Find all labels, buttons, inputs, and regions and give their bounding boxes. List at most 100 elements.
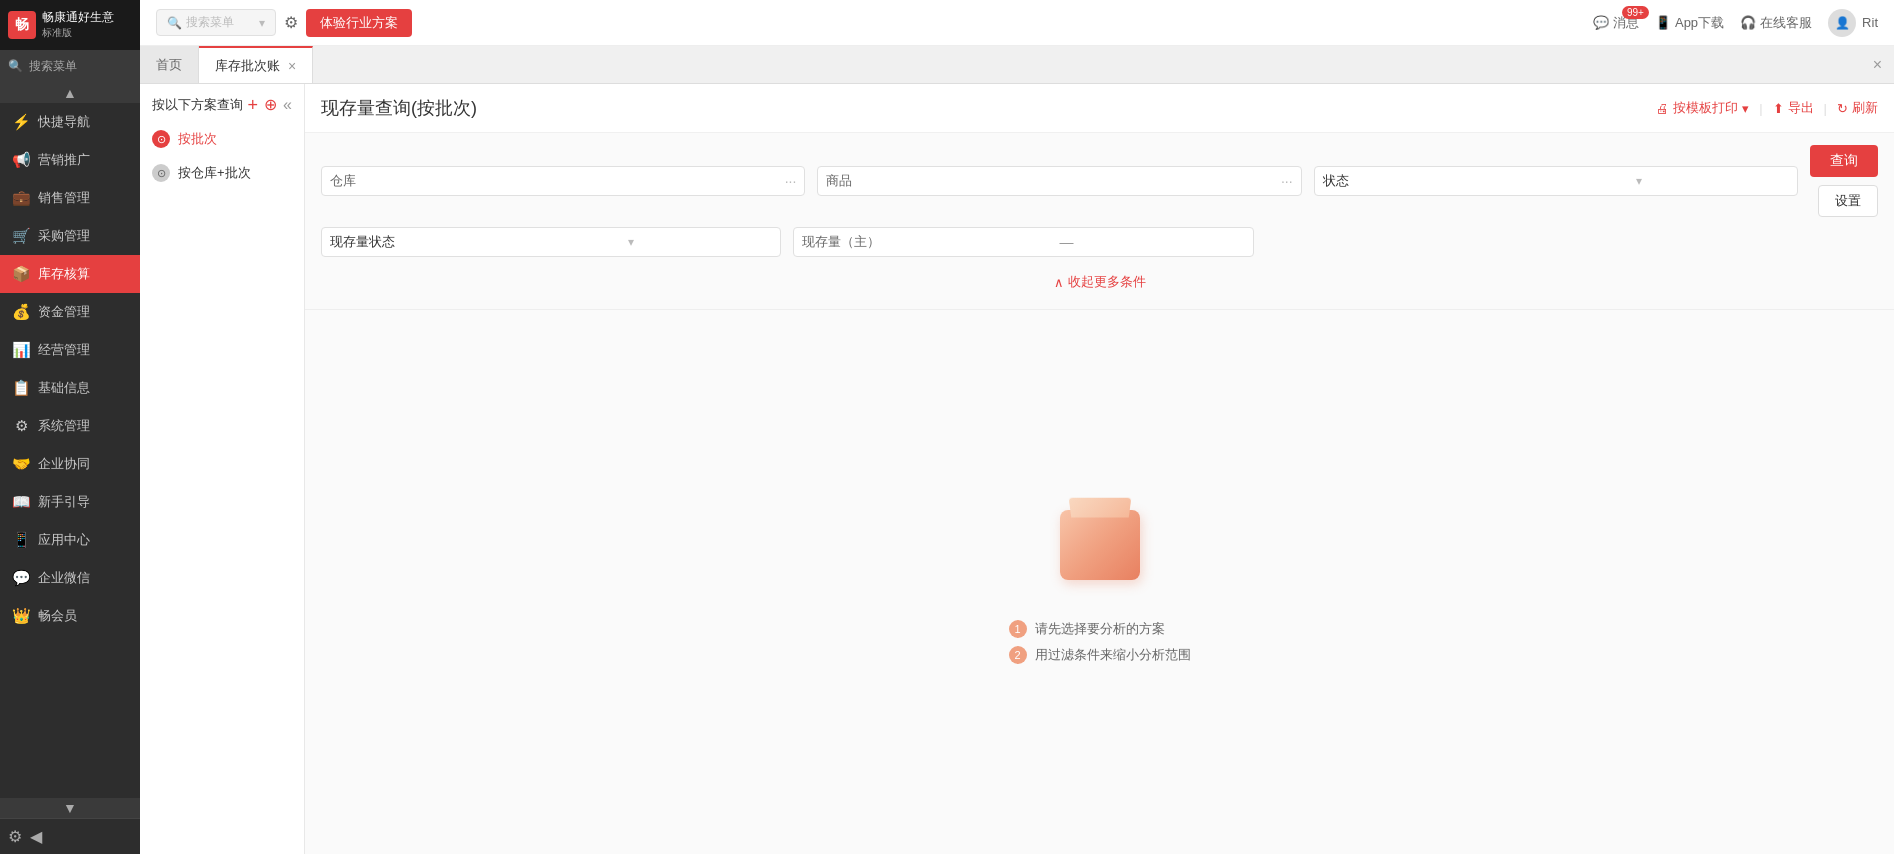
filter-warehouse-input[interactable]: 仓库 ··· xyxy=(321,166,805,196)
sidebar-item-10[interactable]: 📖新手引导 xyxy=(0,483,140,521)
collapse-label: 收起更多条件 xyxy=(1068,273,1146,291)
tab-panel-close-btn[interactable]: × xyxy=(1861,56,1894,74)
lp-collapse-btn[interactable]: « xyxy=(283,97,292,113)
sidebar-scroll-down[interactable]: ▼ xyxy=(0,798,140,818)
lp-item-batch[interactable]: ⊙ 按批次 xyxy=(140,122,304,156)
export-btn[interactable]: ⬆ 导出 xyxy=(1773,99,1814,117)
sidebar-header: 畅 畅康通好生意 标准版 xyxy=(0,0,140,50)
topbar-gear-btn[interactable]: ⚙ xyxy=(284,13,298,32)
status-chevron-icon: ▾ xyxy=(1636,174,1789,188)
collapse-bar[interactable]: ∧ 收起更多条件 xyxy=(321,267,1878,297)
sidebar-icon-2: 💼 xyxy=(12,189,30,207)
empty-illustration xyxy=(1050,500,1150,600)
separator-1: | xyxy=(1759,101,1762,116)
topbar-messages-btn[interactable]: 💬 消息 99+ xyxy=(1593,14,1639,32)
refresh-btn[interactable]: ↻ 刷新 xyxy=(1837,99,1878,117)
phone-icon: 📱 xyxy=(1655,15,1671,30)
topbar-industry-btn[interactable]: 体验行业方案 xyxy=(306,9,412,37)
app-title-group: 畅康通好生意 标准版 xyxy=(42,10,114,40)
filter-stock-status-select[interactable]: 现存量状态 ▾ xyxy=(321,227,781,257)
topbar-search-icon: 🔍 xyxy=(167,16,182,30)
user-name: Rit xyxy=(1862,15,1878,30)
product-input[interactable] xyxy=(856,174,1277,189)
app-title: 畅康通好生意 xyxy=(42,10,114,26)
stock-qty-label: 现存量（主） xyxy=(802,233,880,251)
sidebar-item-11[interactable]: 📱应用中心 xyxy=(0,521,140,559)
tab-close-btn[interactable]: × xyxy=(286,59,296,73)
sidebar-item-2[interactable]: 💼销售管理 xyxy=(0,179,140,217)
filter-settings-btn[interactable]: 设置 xyxy=(1818,185,1878,217)
sidebar-icon-4: 📦 xyxy=(12,265,30,283)
main-area: 🔍 搜索菜单 ▾ ⚙ 体验行业方案 💬 消息 99+ 📱 App下载 🎧 在线客… xyxy=(140,0,1894,854)
print-btn[interactable]: 🖨 按模板打印 ▾ xyxy=(1656,99,1749,117)
hint-text-1: 请先选择要分析的方案 xyxy=(1035,620,1165,638)
topbar-search[interactable]: 🔍 搜索菜单 ▾ xyxy=(156,9,276,36)
stock-qty-to-input[interactable] xyxy=(1086,235,1245,250)
sidebar-search-box[interactable]: 🔍 搜索菜单 xyxy=(0,50,140,83)
sidebar-label-13: 畅会员 xyxy=(38,607,77,625)
topbar-online-service-btn[interactable]: 🎧 在线客服 xyxy=(1740,14,1812,32)
sidebar-label-1: 营销推广 xyxy=(38,151,90,169)
collapse-up-icon: ∧ xyxy=(1054,275,1064,290)
sidebar-item-9[interactable]: 🤝企业协同 xyxy=(0,445,140,483)
tab-inventory-batch[interactable]: 库存批次账 × xyxy=(199,46,313,83)
sidebar-icon-0: ⚡ xyxy=(12,113,30,131)
sidebar-item-7[interactable]: 📋基础信息 xyxy=(0,369,140,407)
sidebar-icon-12: 💬 xyxy=(12,569,30,587)
topbar-app-download-btn[interactable]: 📱 App下载 xyxy=(1655,14,1724,32)
query-btn[interactable]: 查询 xyxy=(1810,145,1878,177)
sidebar-icon-3: 🛒 xyxy=(12,227,30,245)
sidebar-item-1[interactable]: 📢 营销推广 xyxy=(0,141,140,179)
messages-badge: 99+ xyxy=(1622,6,1649,19)
print-icon: 🖨 xyxy=(1656,101,1669,116)
collapse-sidebar-btn[interactable]: ◀ xyxy=(30,827,42,846)
sidebar-item-4[interactable]: 📦 库存核算 xyxy=(0,255,140,293)
query-btn-group: 查询 设置 xyxy=(1810,145,1878,217)
stock-status-label: 现存量状态 xyxy=(330,233,475,251)
query-title: 现存量查询(按批次) xyxy=(321,96,477,120)
sidebar-item-8[interactable]: ⚙系统管理 xyxy=(0,407,140,445)
sidebar-item-5[interactable]: 💰资金管理 xyxy=(0,293,140,331)
sidebar-label-12: 企业微信 xyxy=(38,569,90,587)
sidebar-icon-1: 📢 xyxy=(12,151,30,169)
lp-item-warehouse-batch[interactable]: ⊙ 按仓库+批次 xyxy=(140,156,304,190)
sidebar-label-10: 新手引导 xyxy=(38,493,90,511)
search-icon: 🔍 xyxy=(8,59,23,73)
product-more-icon[interactable]: ··· xyxy=(1281,173,1293,189)
topbar-left: 🔍 搜索菜单 ▾ ⚙ 体验行业方案 xyxy=(156,9,1585,37)
filter-product-input[interactable]: 商品 ··· xyxy=(817,166,1301,196)
refresh-icon: ↻ xyxy=(1837,101,1848,116)
settings-footer-btn[interactable]: ⚙ xyxy=(8,827,22,846)
tab-inventory-batch-label: 库存批次账 xyxy=(215,57,280,75)
sidebar-item-12[interactable]: 💬 企业微信 xyxy=(0,559,140,597)
stock-qty-from-input[interactable] xyxy=(888,235,1047,250)
warehouse-label: 仓库 xyxy=(330,172,356,190)
sidebar-item-3[interactable]: 🛒采购管理 xyxy=(0,217,140,255)
filter-stock-qty-row: 现存量（主） — xyxy=(793,227,1253,257)
sidebar-scroll-up[interactable]: ▲ xyxy=(0,83,140,103)
export-label: 导出 xyxy=(1788,99,1814,117)
warehouse-more-icon[interactable]: ··· xyxy=(785,173,797,189)
lp-settings-btn[interactable]: ⊕ xyxy=(264,97,277,113)
lp-add-btn[interactable]: + xyxy=(248,96,259,114)
topbar-user[interactable]: 👤 Rit xyxy=(1828,9,1878,37)
lp-dot-active: ⊙ xyxy=(152,130,170,148)
app-subtitle: 标准版 xyxy=(42,26,114,40)
tab-home[interactable]: 首页 xyxy=(140,46,199,83)
sidebar-label-0: 快捷导航 xyxy=(38,113,90,131)
status-label: 状态 xyxy=(1323,172,1476,190)
filter-status-select[interactable]: 状态 ▾ xyxy=(1314,166,1798,196)
sidebar-icon-8: ⚙ xyxy=(12,417,30,435)
sidebar-item-13[interactable]: 👑 畅会员 xyxy=(0,597,140,635)
sidebar-label-4: 库存核算 xyxy=(38,265,90,283)
filter-row-2: 现存量状态 ▾ 现存量（主） — xyxy=(321,227,1878,257)
hint-num-2: 2 xyxy=(1009,646,1027,664)
sidebar-icon-5: 💰 xyxy=(12,303,30,321)
sidebar-icon-13: 👑 xyxy=(12,607,30,625)
warehouse-input[interactable] xyxy=(360,174,781,189)
topbar-right: 💬 消息 99+ 📱 App下载 🎧 在线客服 👤 Rit xyxy=(1593,9,1878,37)
sidebar-item-0[interactable]: ⚡ 快捷导航 xyxy=(0,103,140,141)
sidebar-item-6[interactable]: 📊经营管理 xyxy=(0,331,140,369)
right-panel: 现存量查询(按批次) 🖨 按模板打印 ▾ | ⬆ 导出 | ↻ xyxy=(305,84,1894,854)
print-dropdown-icon: ▾ xyxy=(1742,101,1749,116)
